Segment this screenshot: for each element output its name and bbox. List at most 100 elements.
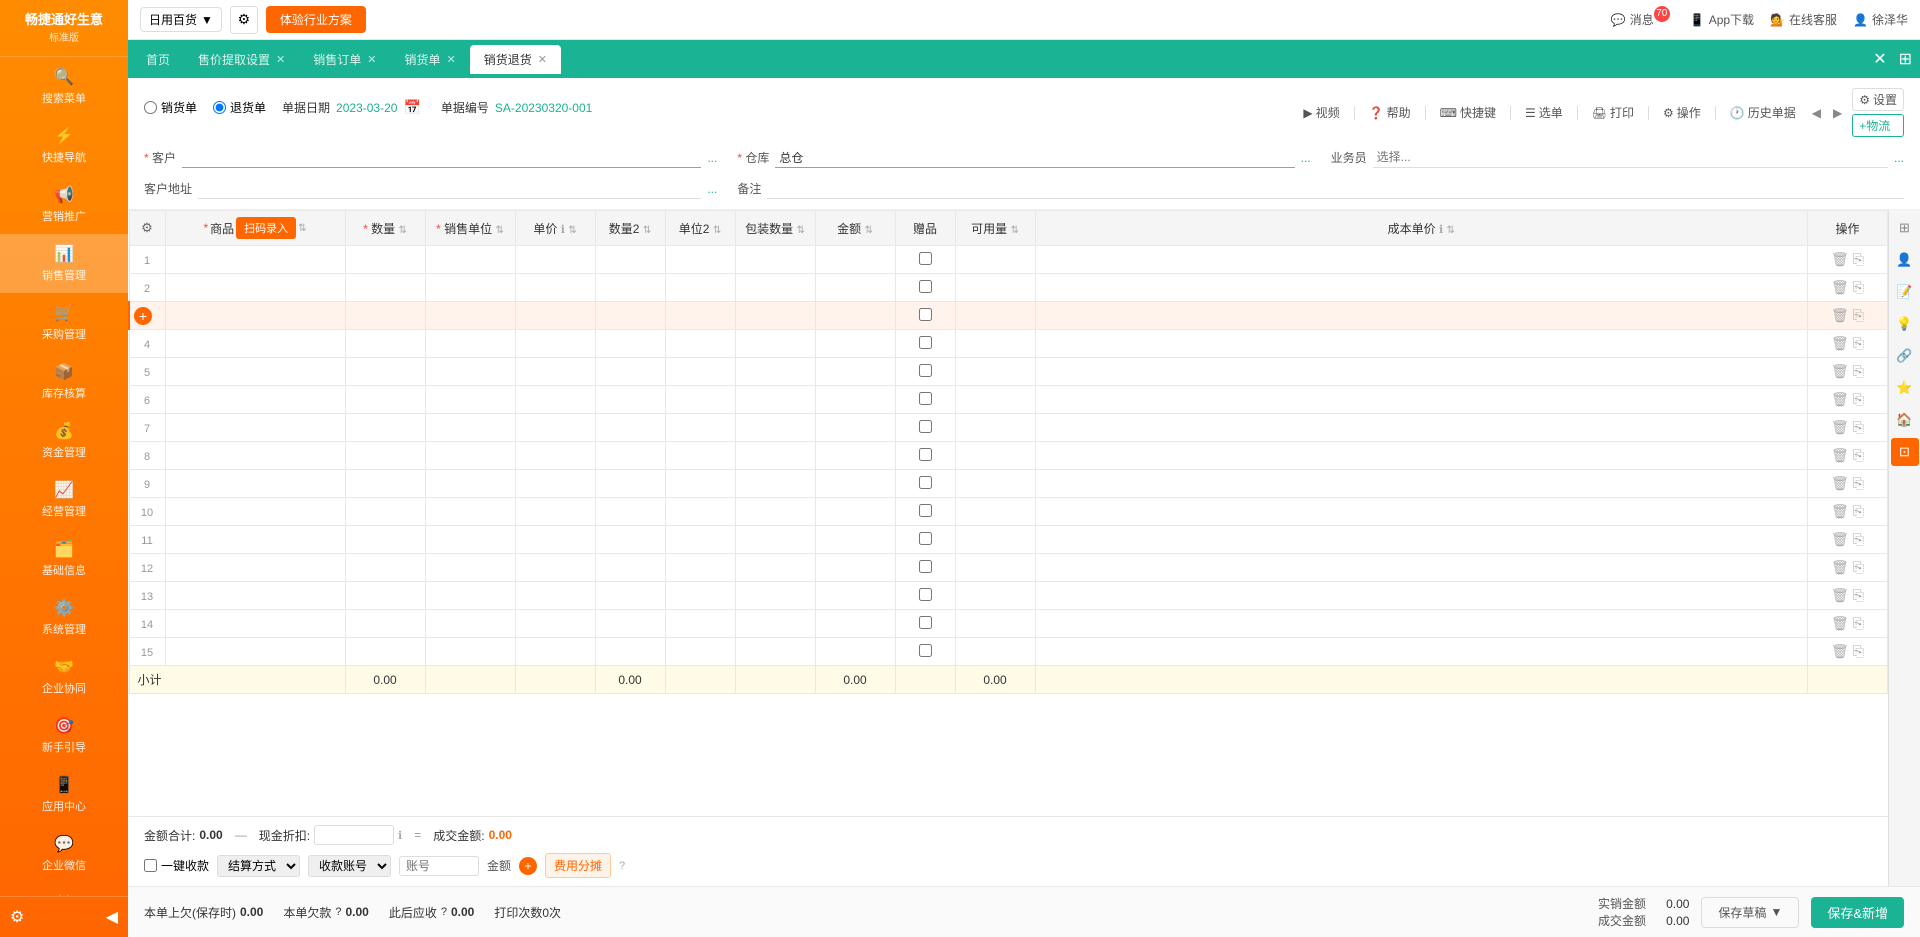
cost-cell[interactable] bbox=[1035, 246, 1808, 274]
tab-close-icon[interactable]: ✕ bbox=[538, 53, 547, 66]
pkg-cell[interactable] bbox=[735, 274, 815, 302]
sort-icon[interactable]: ⇅ bbox=[568, 225, 576, 236]
amount-cell[interactable] bbox=[815, 274, 895, 302]
sort-icon[interactable]: ⇅ bbox=[713, 225, 721, 236]
tab-price-settings[interactable]: 售价提取设置 ✕ bbox=[184, 45, 299, 74]
amount-cell-active[interactable] bbox=[815, 302, 895, 330]
product-cell[interactable] bbox=[165, 246, 345, 274]
gift-cell-active[interactable] bbox=[895, 302, 955, 330]
cost-cell-active[interactable] bbox=[1035, 302, 1808, 330]
shortcuts-link[interactable]: ⌨ 快捷键 bbox=[1434, 101, 1502, 124]
operation-link[interactable]: ⚙ 操作 bbox=[1657, 101, 1707, 124]
copy-row-btn[interactable]: ⎘ bbox=[1853, 279, 1864, 296]
radio-input-return[interactable] bbox=[213, 101, 226, 114]
copy-row-btn[interactable]: ⎘ bbox=[1853, 615, 1864, 632]
gift-checkbox[interactable] bbox=[919, 392, 932, 405]
settings-btn[interactable]: ⚙ 设置 bbox=[1852, 88, 1904, 111]
copy-row-btn[interactable]: ⎘ bbox=[1853, 643, 1864, 660]
qty2-cell[interactable] bbox=[595, 274, 665, 302]
price-cell[interactable] bbox=[515, 246, 595, 274]
delete-row-btn[interactable]: 🗑 bbox=[1831, 643, 1849, 660]
gift-checkbox[interactable] bbox=[919, 280, 932, 293]
delete-row-btn[interactable]: 🗑 bbox=[1831, 559, 1849, 576]
delete-row-btn[interactable]: 🗑 bbox=[1831, 391, 1849, 408]
gift-checkbox[interactable] bbox=[919, 420, 932, 433]
onepay-input[interactable] bbox=[144, 859, 157, 872]
delete-row-btn[interactable]: 🗑 bbox=[1831, 531, 1849, 548]
rs-btn-4[interactable]: 💡 bbox=[1891, 310, 1919, 338]
gift-checkbox[interactable] bbox=[919, 308, 932, 321]
table-settings-icon[interactable]: ⚙ bbox=[141, 220, 153, 235]
delete-row-btn[interactable]: 🗑 bbox=[1831, 419, 1849, 436]
copy-row-btn[interactable]: ⎘ bbox=[1853, 391, 1864, 408]
price-info-icon[interactable]: ℹ bbox=[561, 224, 565, 236]
col-gear[interactable]: ⚙ bbox=[129, 211, 165, 246]
copy-row-btn[interactable]: ⎘ bbox=[1853, 447, 1864, 464]
sidebar-item-vip[interactable]: 👑 畅会员 bbox=[0, 883, 128, 896]
notes-input[interactable] bbox=[767, 178, 1904, 199]
price-cell[interactable] bbox=[515, 274, 595, 302]
delete-row-btn[interactable]: 🗑 bbox=[1831, 279, 1849, 296]
sort-icon[interactable]: ⇅ bbox=[495, 225, 503, 236]
debt-info-icon[interactable]: ? bbox=[335, 906, 341, 918]
address-select-btn[interactable]: ... bbox=[707, 182, 717, 196]
sidebar-item-shortcuts[interactable]: ⚡ 快捷导航 bbox=[0, 116, 128, 175]
delete-row-btn[interactable]: 🗑 bbox=[1831, 447, 1849, 464]
product-cell-active[interactable] bbox=[165, 302, 345, 330]
delete-row-btn[interactable]: 🗑 bbox=[1831, 615, 1849, 632]
scan-button[interactable]: 扫码录入 bbox=[236, 217, 296, 239]
gift-checkbox[interactable] bbox=[919, 252, 932, 265]
sidebar-item-enterprise[interactable]: 🤝 企业协同 bbox=[0, 647, 128, 706]
amount-cell[interactable] bbox=[815, 246, 895, 274]
copy-row-btn[interactable]: ⎘ bbox=[1853, 531, 1864, 548]
customer-select-btn[interactable]: ... bbox=[707, 151, 717, 165]
unit2-cell[interactable] bbox=[665, 246, 735, 274]
gift-checkbox[interactable] bbox=[919, 476, 932, 489]
staff-input[interactable] bbox=[1373, 147, 1888, 168]
print-link[interactable]: 🖨 打印 bbox=[1586, 101, 1640, 124]
sidebar-item-finance[interactable]: 💰 资金管理 bbox=[0, 411, 128, 470]
radio-return[interactable]: 退货单 bbox=[213, 99, 266, 116]
save-draft-button[interactable]: 保存草稿 ▼ bbox=[1701, 897, 1799, 928]
available-cell-active[interactable] bbox=[955, 302, 1035, 330]
sidebar-collapse-btn[interactable]: ◀ bbox=[106, 907, 118, 927]
tab-menu-icon[interactable]: ⊞ bbox=[1895, 47, 1916, 71]
next-btn[interactable]: ▶ bbox=[1831, 104, 1844, 122]
copy-row-btn[interactable]: ⎘ bbox=[1853, 307, 1864, 324]
sidebar-item-inventory[interactable]: 📦 库存核算 bbox=[0, 352, 128, 411]
tab-close-all-icon[interactable]: ✕ bbox=[1869, 47, 1890, 71]
account-number-input[interactable] bbox=[399, 856, 479, 876]
copy-row-btn[interactable]: ⎘ bbox=[1853, 335, 1864, 352]
available-cell[interactable] bbox=[955, 246, 1035, 274]
online-support-btn[interactable]: 💁 在线客服 bbox=[1770, 11, 1837, 28]
copy-row-btn[interactable]: ⎘ bbox=[1853, 559, 1864, 576]
discount-info-icon[interactable]: ℹ bbox=[398, 829, 402, 842]
tab-sales-return[interactable]: 销货退货 ✕ bbox=[470, 45, 561, 74]
add-payment-btn[interactable]: + bbox=[519, 857, 537, 875]
sort-icon[interactable]: ⇅ bbox=[398, 225, 406, 236]
calendar-icon[interactable]: 📅 bbox=[403, 99, 420, 116]
radio-sales-invoice[interactable]: 销货单 bbox=[144, 99, 197, 116]
radio-input-sales[interactable] bbox=[144, 101, 157, 114]
video-link[interactable]: ▶ 视频 bbox=[1297, 101, 1345, 124]
sort-icon[interactable]: ⇅ bbox=[1447, 225, 1455, 236]
tab-close-icon[interactable]: ✕ bbox=[367, 53, 376, 66]
message-btn[interactable]: 💬 消息 70 bbox=[1611, 11, 1674, 28]
gift-checkbox[interactable] bbox=[919, 560, 932, 573]
gift-checkbox[interactable] bbox=[919, 448, 932, 461]
sidebar-item-apps[interactable]: 📱 应用中心 bbox=[0, 765, 128, 824]
unit-cell[interactable] bbox=[425, 274, 515, 302]
discount-input[interactable] bbox=[314, 825, 394, 845]
experience-button[interactable]: 体验行业方案 bbox=[266, 6, 366, 33]
delete-row-btn[interactable]: 🗑 bbox=[1831, 503, 1849, 520]
pkg-cell-active[interactable] bbox=[735, 302, 815, 330]
help-link[interactable]: ❓ 帮助 bbox=[1363, 101, 1417, 124]
sort-icon[interactable]: ⇅ bbox=[864, 225, 872, 236]
sidebar-item-basic[interactable]: 🗂️ 基础信息 bbox=[0, 529, 128, 588]
nav-selector[interactable]: 日用百货 ▼ bbox=[140, 7, 222, 32]
onepay-checkbox[interactable]: 一键收款 bbox=[144, 857, 209, 874]
qty-cell[interactable] bbox=[345, 246, 425, 274]
gift-cell[interactable] bbox=[895, 246, 955, 274]
nav-settings-btn[interactable]: ⚙ bbox=[230, 6, 258, 34]
logistics-btn[interactable]: +物流 bbox=[1852, 114, 1904, 137]
